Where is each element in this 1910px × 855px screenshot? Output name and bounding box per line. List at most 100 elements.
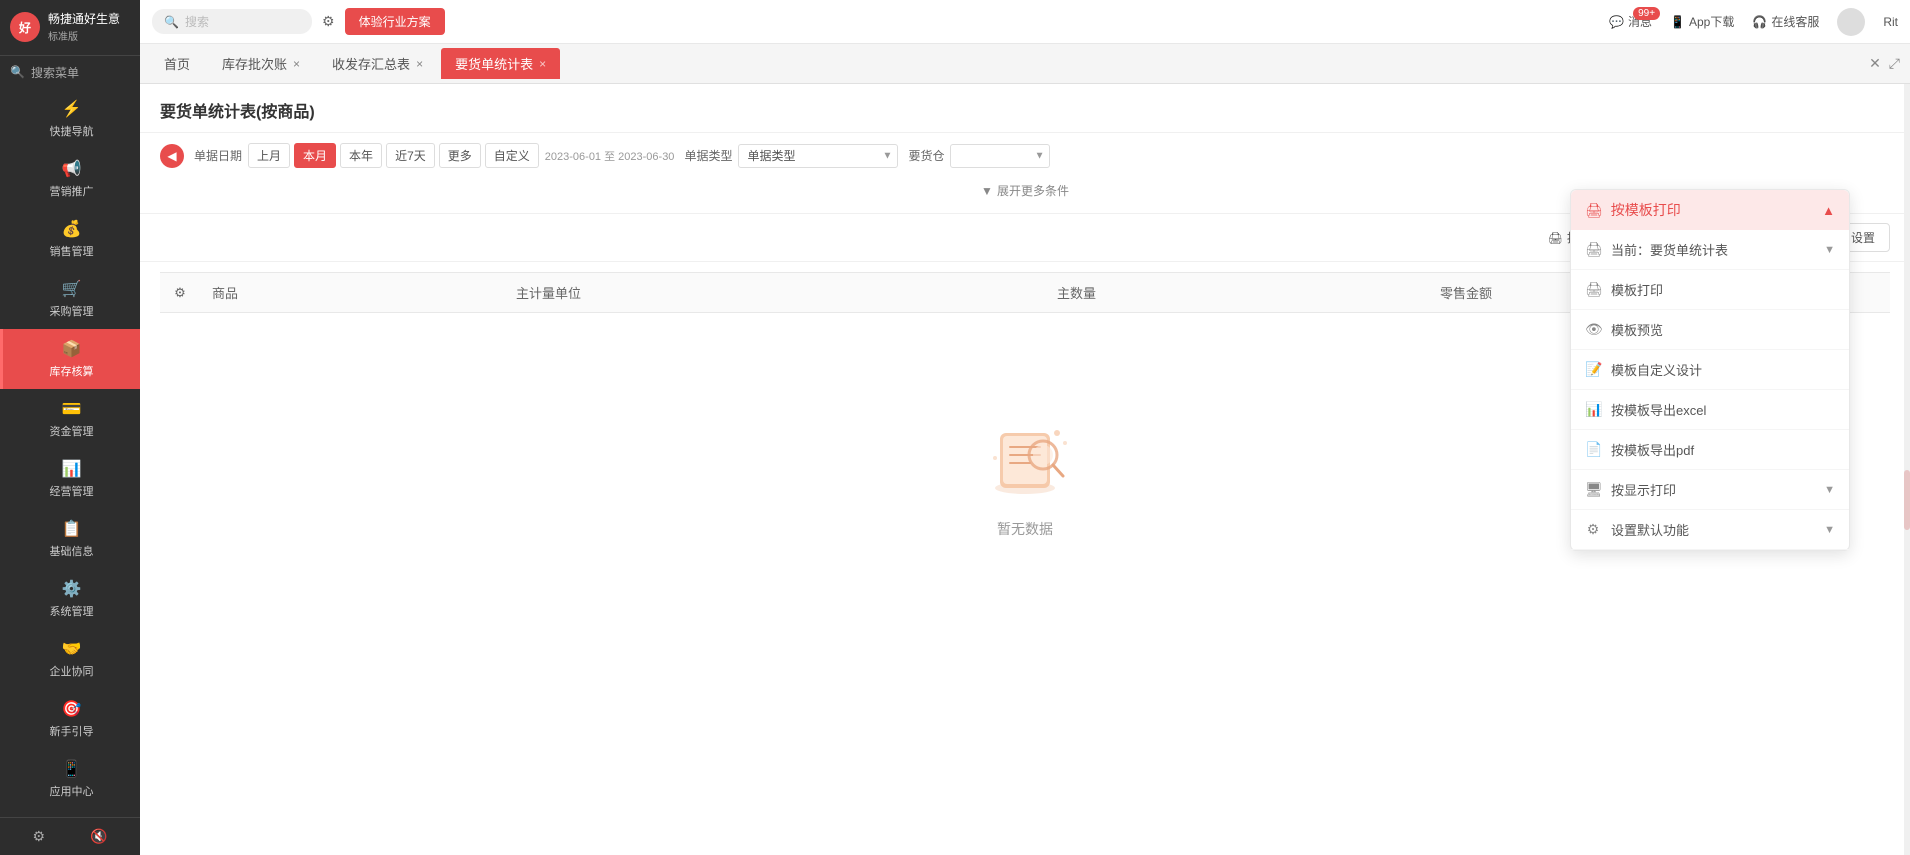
print-header-icon: 🖨 [1585,202,1603,219]
operations-icon: 📊 [62,459,82,479]
topbar-search-icon: 🔍 [164,15,179,29]
default-func-left: ⚙ 设置默认功能 [1585,520,1689,539]
sidebar-item-sales[interactable]: 💰 销售管理 [0,209,140,269]
display-print-label: 按显示打印 [1611,480,1676,499]
display-print-arrow: ▼ [1824,484,1835,496]
scrollbar-thumb[interactable] [1904,470,1910,530]
type-label: 单据类型 [684,147,732,164]
sidebar-item-inventory[interactable]: 📦 库存核算 [0,329,140,389]
app-download-icon: 📱 [1670,15,1685,29]
topbar-right: 💬 消息 99+ 📱 App下载 🎧 在线客服 Rit [1609,8,1898,36]
dropdown-export-pdf[interactable]: 📄 按模板导出pdf [1571,430,1849,470]
date-btn-7days[interactable]: 近7天 [386,143,435,168]
online-service-label: 在线客服 [1771,13,1819,30]
app-download-item[interactable]: 📱 App下载 [1670,13,1734,30]
sidebar-item-label: 经营管理 [50,483,94,499]
expand-more-btn[interactable]: ▼ 展开更多条件 [981,182,1069,199]
message-item[interactable]: 💬 消息 99+ [1609,13,1652,30]
dropdown-template-print[interactable]: 🖨 模板打印 [1571,270,1849,310]
settings-col-icon[interactable]: ⚙ [174,285,186,300]
dropdown-current-template[interactable]: 🖨 当前：要货单统计表 ▼ [1571,230,1849,270]
topbar-gear-icon[interactable]: ⚙ [322,13,335,30]
page-header: 要货单统计表(按商品) [140,84,1910,133]
dropdown-template-preview[interactable]: 👁 模板预览 [1571,310,1849,350]
dropdown-default-func[interactable]: ⚙ 设置默认功能 ▼ [1571,510,1849,550]
date-btn-current-month[interactable]: 本月 [294,143,336,168]
sidebar-item-label: 基础信息 [50,543,94,559]
scrollbar[interactable] [1904,84,1910,855]
sidebar-search-item[interactable]: 🔍 搜索菜单 [0,56,140,89]
sidebar-item-wechat[interactable]: 💬 企业微信 [0,809,140,817]
date-btn-prev-month[interactable]: 上月 [248,143,290,168]
date-btn-more[interactable]: 更多 [439,143,481,168]
sidebar-item-operations[interactable]: 📊 经营管理 [0,449,140,509]
tab-receipt-summary[interactable]: 收发存汇总表 × [318,48,437,79]
sidebar-item-marketing[interactable]: 📢 营销推广 [0,149,140,209]
logo-text-block: 畅捷通好生意 标准版 [48,12,120,43]
expand-more-label: 展开更多条件 [997,182,1069,199]
sidebar-item-label: 应用中心 [50,783,94,799]
tab-batch-close[interactable]: × [293,57,300,71]
sidebar-item-system[interactable]: ⚙️ 系统管理 [0,569,140,629]
collapse-btn[interactable]: ◀ [160,144,184,168]
settings-bottom-icon[interactable]: ⚙ [33,828,46,845]
guide-icon: 🎯 [62,699,82,719]
dropdown-header: 🖨 按模板打印 ▲ [1571,190,1849,230]
sidebar-item-label: 快捷导航 [50,123,94,139]
type-select-wrap: 单据类型 ▼ [738,144,898,168]
finance-icon: 💳 [62,399,82,419]
category-select-wrap: ▼ [950,144,1050,168]
empty-icon [975,403,1075,503]
date-btn-custom[interactable]: 自定义 [485,143,539,168]
sidebar-item-quick-nav[interactable]: ⚡ 快捷导航 [0,89,140,149]
online-service-item[interactable]: 🎧 在线客服 [1752,13,1819,30]
template-preview-label: 模板预览 [1611,320,1663,339]
date-btn-current-year[interactable]: 本年 [340,143,382,168]
category-select[interactable] [950,144,1050,168]
marketing-icon: 📢 [62,159,82,179]
topbar-search-placeholder: 搜索 [185,13,209,30]
trial-button[interactable]: 体验行业方案 [345,8,445,35]
quick-nav-icon: ⚡ [62,99,82,119]
topbar: 🔍 搜索 ⚙ 体验行业方案 💬 消息 99+ 📱 App下载 🎧 在线客服 Ri… [140,0,1910,44]
sidebar-item-purchase[interactable]: 🛒 采购管理 [0,269,140,329]
purchase-icon: 🛒 [62,279,82,299]
main-area: 🔍 搜索 ⚙ 体验行业方案 💬 消息 99+ 📱 App下载 🎧 在线客服 Ri… [140,0,1910,855]
sidebar-item-guide[interactable]: 🎯 新手引导 [0,689,140,749]
tab-order-close[interactable]: × [539,57,546,71]
tab-home-label: 首页 [164,54,190,73]
content-area: 要货单统计表(按商品) ◀ 单据日期 上月 本月 本年 近7天 更多 自定义 2… [140,84,1910,855]
sidebar-item-apps[interactable]: 📱 应用中心 [0,749,140,809]
sidebar-item-label: 营销推广 [50,183,94,199]
dropdown-template-design[interactable]: 📝 模板自定义设计 [1571,350,1849,390]
tab-order-stats[interactable]: 要货单统计表 × [441,48,560,79]
sidebar-item-label: 库存核算 [50,363,94,379]
sidebar-item-label: 资金管理 [50,423,94,439]
sidebar-item-label: 销售管理 [50,243,94,259]
template-print-icon: 🖨 [1585,281,1601,298]
sidebar-item-collab[interactable]: 🤝 企业协同 [0,629,140,689]
dropdown-export-excel[interactable]: 📊 按模板导出excel [1571,390,1849,430]
date-label: 单据日期 [194,147,242,164]
type-select[interactable]: 单据类型 [738,144,898,168]
empty-text: 暂无数据 [997,519,1053,539]
logo-icon: 好 [10,12,40,42]
sidebar-item-label: 企业协同 [50,663,94,679]
category-label: 要货仓 [908,147,944,164]
topbar-search[interactable]: 🔍 搜索 [152,9,312,34]
window-expand-btn[interactable]: ⤢ [1889,55,1900,72]
default-func-icon: ⚙ [1585,521,1601,538]
tab-batch-account[interactable]: 库存批次账 × [208,48,314,79]
page-title: 要货单统计表(按商品) [160,104,315,121]
dropdown-collapse-icon[interactable]: ▲ [1822,203,1835,218]
window-close-btn[interactable]: ✕ [1869,55,1881,72]
sidebar-item-finance[interactable]: 💳 资金管理 [0,389,140,449]
dropdown-display-print[interactable]: 🖥 按显示打印 ▼ [1571,470,1849,510]
mute-bottom-icon[interactable]: 🔇 [90,828,107,845]
sidebar-logo: 好 畅捷通好生意 标准版 [0,0,140,56]
tab-home[interactable]: 首页 [150,48,204,79]
service-icon: 🎧 [1752,15,1767,29]
user-avatar-item[interactable] [1837,8,1865,36]
sidebar-item-basic[interactable]: 📋 基础信息 [0,509,140,569]
tab-receipt-close[interactable]: × [416,57,423,71]
